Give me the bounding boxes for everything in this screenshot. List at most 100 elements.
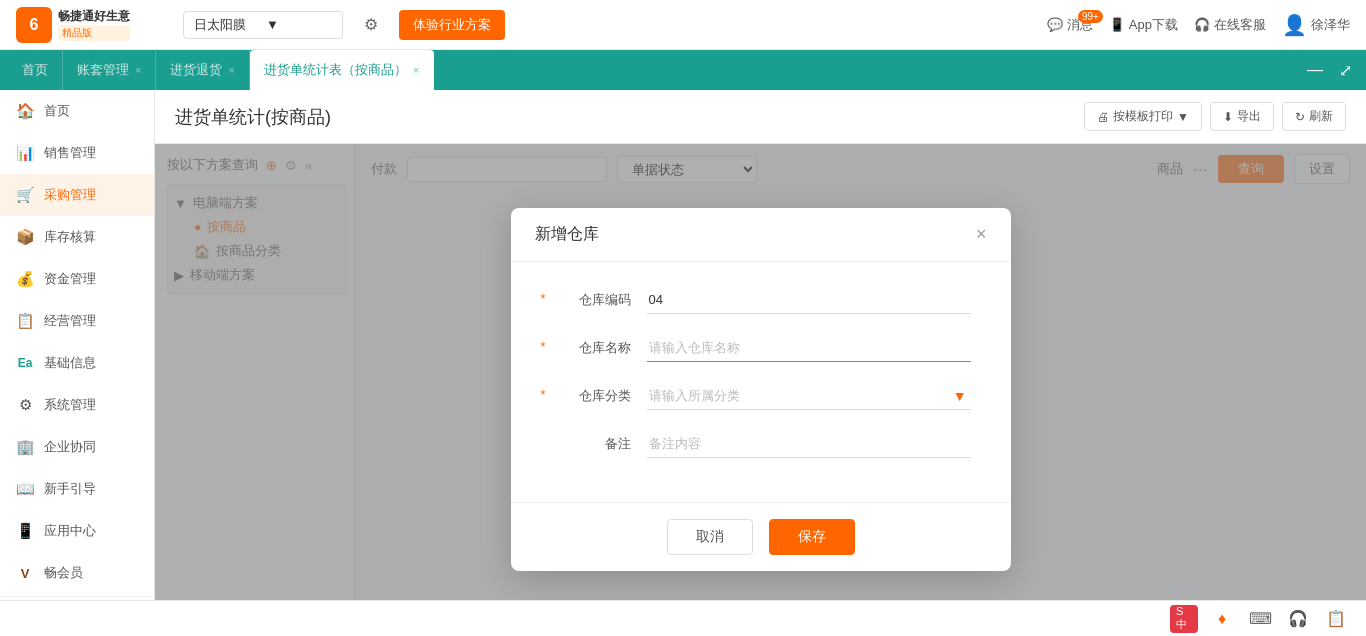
tab-purchase-stats[interactable]: 进货单统计表（按商品） ×	[250, 50, 434, 90]
sidebar: 🏠 首页 📊 销售管理 🛒 采购管理 📦 库存核算 💰 资金管理 📋 经营管理 …	[0, 90, 155, 636]
close-purchase-stats-tab-icon[interactable]: ×	[413, 64, 419, 76]
printer-icon: 🖨	[1097, 110, 1109, 124]
messages-button[interactable]: 💬 消息 99+	[1047, 16, 1093, 34]
sidebar-item-app-center[interactable]: 📱 应用中心	[0, 510, 154, 552]
nav-action-buttons: — ⤢	[1301, 57, 1358, 84]
tab-purchase-return[interactable]: 进货退货 ×	[156, 50, 249, 90]
category-select-wrapper: 请输入所属分类 ▼	[647, 382, 971, 410]
name-label: 仓库名称	[551, 339, 631, 357]
note-label: 备注	[551, 435, 631, 453]
modal-footer: 取消 保存	[511, 502, 1011, 571]
tab-home[interactable]: 首页	[8, 50, 63, 90]
inventory-icon: 📦	[16, 228, 34, 246]
bottom-bar: S中 ♦ ⌨ 🎧 📋	[0, 600, 1366, 636]
sidebar-item-inventory[interactable]: 📦 库存核算	[0, 216, 154, 258]
top-header: 6 畅捷通好生意 精品版 日太阳膜 ▼ ⚙ 体验行业方案 💬 消息 99+ 📱 …	[0, 0, 1366, 50]
note-input[interactable]	[647, 430, 971, 458]
sidebar-label-sales: 销售管理	[44, 144, 96, 162]
new-warehouse-modal: 新增仓库 × 仓库编码 仓库名称	[511, 208, 1011, 571]
sidebar-item-basic-info[interactable]: Ea 基础信息	[0, 342, 154, 384]
code-input[interactable]	[647, 286, 971, 314]
refresh-icon: ↻	[1295, 110, 1305, 124]
store-selector[interactable]: 日太阳膜 ▼	[183, 11, 343, 39]
cancel-button[interactable]: 取消	[667, 519, 753, 555]
sidebar-item-system[interactable]: ⚙ 系统管理	[0, 384, 154, 426]
sidebar-item-purchase[interactable]: 🛒 采购管理	[0, 174, 154, 216]
sidebar-item-home[interactable]: 🏠 首页	[0, 90, 154, 132]
operations-icon: 📋	[16, 312, 34, 330]
modal-header: 新增仓库 ×	[511, 208, 1011, 262]
name-input[interactable]	[647, 334, 971, 362]
sidebar-label-guide: 新手引导	[44, 480, 96, 498]
export-button[interactable]: ⬇ 导出	[1210, 102, 1274, 131]
category-label: 仓库分类	[551, 387, 631, 405]
sidebar-item-sales[interactable]: 📊 销售管理	[0, 132, 154, 174]
sidebar-item-operations[interactable]: 📋 经营管理	[0, 300, 154, 342]
home-tab-label: 首页	[22, 61, 48, 79]
message-badge: 99+	[1078, 10, 1103, 23]
save-button[interactable]: 保存	[769, 519, 855, 555]
sidebar-label-inventory: 库存核算	[44, 228, 96, 246]
app-center-icon: 📱	[16, 522, 34, 540]
category-select[interactable]: 请输入所属分类	[647, 382, 971, 410]
header-right: 💬 消息 99+ 📱 App下载 🎧 在线客服 👤 徐泽华	[1047, 13, 1350, 37]
page-title: 进货单统计(按商品)	[175, 105, 1084, 129]
sidebar-label-app-center: 应用中心	[44, 522, 96, 540]
modal-overlay: 新增仓库 × 仓库编码 仓库名称	[155, 144, 1366, 634]
purchase-return-tab-label: 进货退货	[170, 61, 222, 79]
sidebar-label-finance: 资金管理	[44, 270, 96, 288]
main-layout: 🏠 首页 📊 销售管理 🛒 采购管理 📦 库存核算 💰 资金管理 📋 经营管理 …	[0, 90, 1366, 636]
tab-accounts[interactable]: 账套管理 ×	[63, 50, 156, 90]
finance-icon: 💰	[16, 270, 34, 288]
basic-info-icon: Ea	[16, 354, 34, 372]
print-button[interactable]: 🖨 按模板打印 ▼	[1084, 102, 1202, 131]
system-icon: ⚙	[16, 396, 34, 414]
minimize-window-button[interactable]: —	[1301, 57, 1329, 84]
modal-body: 仓库编码 仓库名称 仓库分类	[511, 262, 1011, 502]
sidebar-label-operations: 经营管理	[44, 312, 96, 330]
keyboard-icon[interactable]: ⌨	[1246, 605, 1274, 633]
chevron-down-icon: ▼	[266, 17, 332, 32]
app-icon: 📱	[1109, 17, 1125, 32]
cn-input-icon[interactable]: S中	[1170, 605, 1198, 633]
refresh-button[interactable]: ↻ 刷新	[1282, 102, 1346, 131]
export-icon: ⬇	[1223, 110, 1233, 124]
close-accounts-tab-icon[interactable]: ×	[135, 64, 141, 76]
sidebar-label-system: 系统管理	[44, 396, 96, 414]
clipboard-icon[interactable]: 📋	[1322, 605, 1350, 633]
sales-icon: 📊	[16, 144, 34, 162]
trial-button[interactable]: 体验行业方案	[399, 10, 505, 40]
sidebar-item-member[interactable]: V 畅会员	[0, 552, 154, 594]
content-header: 进货单统计(按商品) 🖨 按模板打印 ▼ ⬇ 导出 ↻ 刷新	[155, 90, 1366, 144]
maximize-window-button[interactable]: ⤢	[1333, 57, 1358, 84]
audio-icon[interactable]: 🎧	[1284, 605, 1312, 633]
logo-text: 畅捷通好生意 精品版	[58, 8, 130, 41]
app-download-button[interactable]: 📱 App下载	[1109, 16, 1178, 34]
sidebar-item-finance[interactable]: 💰 资金管理	[0, 258, 154, 300]
close-purchase-return-tab-icon[interactable]: ×	[228, 64, 234, 76]
sidebar-item-enterprise[interactable]: 🏢 企业协同	[0, 426, 154, 468]
form-row-code: 仓库编码	[551, 286, 971, 314]
online-service-button[interactable]: 🎧 在线客服	[1194, 16, 1266, 34]
member-icon: V	[16, 564, 34, 582]
accounts-tab-label: 账套管理	[77, 61, 129, 79]
modal-title: 新增仓库	[535, 224, 599, 245]
diamond-icon[interactable]: ♦	[1208, 605, 1236, 633]
enterprise-icon: 🏢	[16, 438, 34, 456]
gear-button[interactable]: ⚙	[355, 9, 387, 41]
guide-icon: 📖	[16, 480, 34, 498]
code-label: 仓库编码	[551, 291, 631, 309]
sidebar-label-basic-info: 基础信息	[44, 354, 96, 372]
user-menu-button[interactable]: 👤 徐泽华	[1282, 13, 1350, 37]
user-avatar-icon: 👤	[1282, 13, 1307, 37]
filter-table-wrapper: 按以下方案查询 ⊕ ⚙ « ▼ 电脑端方案 ● 按商品	[155, 144, 1366, 634]
modal-close-button[interactable]: ×	[976, 224, 987, 245]
content-area: 进货单统计(按商品) 🖨 按模板打印 ▼ ⬇ 导出 ↻ 刷新	[155, 90, 1366, 636]
sidebar-item-guide[interactable]: 📖 新手引导	[0, 468, 154, 510]
content-actions: 🖨 按模板打印 ▼ ⬇ 导出 ↻ 刷新	[1084, 102, 1346, 131]
purchase-stats-tab-label: 进货单统计表（按商品）	[264, 61, 407, 79]
logo-icon: 6	[16, 7, 52, 43]
store-name: 日太阳膜	[194, 16, 260, 34]
form-row-name: 仓库名称	[551, 334, 971, 362]
headset-icon: 🎧	[1194, 17, 1210, 32]
